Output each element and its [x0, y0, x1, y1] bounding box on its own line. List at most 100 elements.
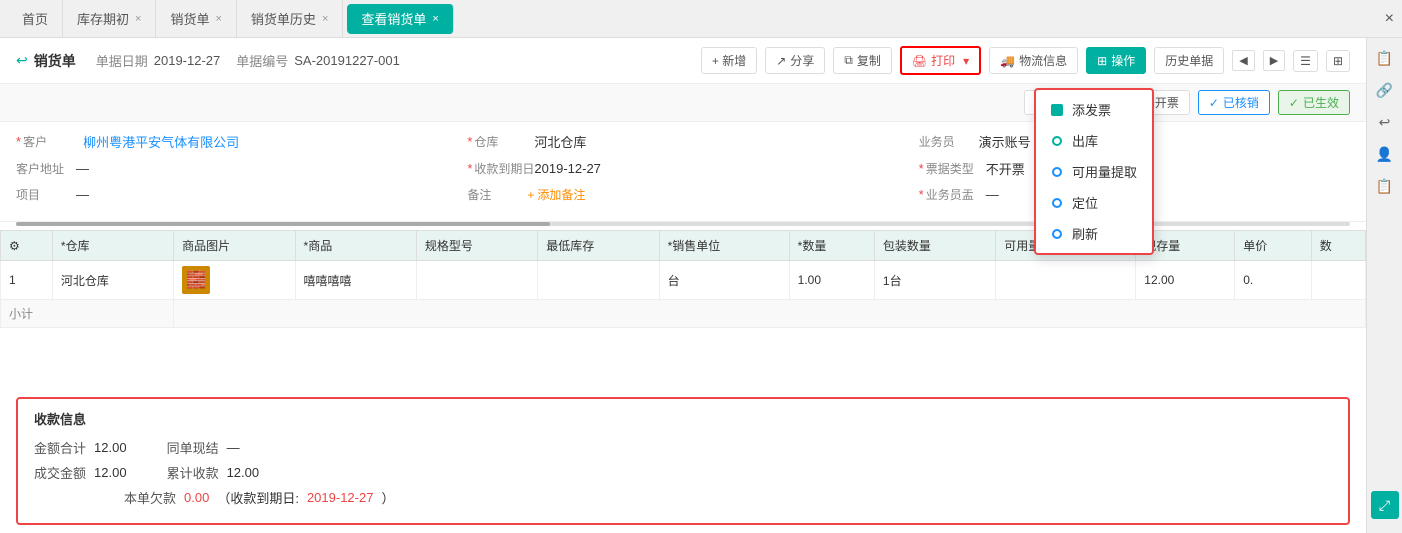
tab-sales-history[interactable]: 销货单历史 ×: [237, 0, 343, 38]
doc-date-field: 单据日期 2019-12-27: [96, 51, 221, 70]
subtotal-label: 小计: [1, 300, 174, 328]
customer-field: * 客户 柳州粤港平安气体有限公司: [16, 132, 447, 151]
print-dropdown-arrow[interactable]: ▾: [963, 54, 969, 68]
new-button[interactable]: + 新增: [701, 47, 757, 74]
cell-stock: 12.00: [1136, 261, 1235, 300]
share-button[interactable]: ↗ 分享: [765, 47, 825, 74]
confirm-button[interactable]: ✓ 已核销: [1198, 90, 1270, 115]
note-field: 备注 + 添加备注: [467, 186, 898, 203]
tab-close-history[interactable]: ×: [322, 13, 328, 25]
sidebar-link-icon[interactable]: 🔗: [1371, 76, 1399, 104]
col-settings[interactable]: ⚙: [1, 231, 53, 261]
col-product: *商品: [295, 231, 416, 261]
warehouse-field: * 仓库 河北仓库: [467, 132, 898, 151]
add-invoice-icon: [1050, 103, 1064, 117]
tab-close-view[interactable]: ×: [432, 13, 438, 25]
col-pack-qty: 包装数量: [874, 231, 995, 261]
check-icon: ✓: [1209, 96, 1219, 110]
refresh-icon: [1050, 227, 1064, 241]
cell-product: 嘻嘻嘻嘻: [295, 261, 416, 300]
col-min-stock: 最低库存: [538, 231, 659, 261]
product-image: 🧱: [182, 266, 210, 294]
dropdown-add-invoice[interactable]: 添发票: [1036, 94, 1152, 125]
cell-spec: [416, 261, 537, 300]
tab-inventory-init[interactable]: 库存期初 ×: [63, 0, 156, 38]
scroll-thumb[interactable]: [16, 222, 550, 226]
col-qty: *数量: [789, 231, 874, 261]
add-note-button[interactable]: + 添加备注: [527, 186, 585, 203]
sidebar-doc-icon[interactable]: 📋: [1371, 44, 1399, 72]
share-icon: ↗: [776, 54, 786, 68]
doc-header: ↩ 销货单 单据日期 2019-12-27 单据编号 SA-20191227-0…: [0, 38, 1366, 84]
main-close-button[interactable]: ×: [1385, 10, 1394, 28]
salesman2-value: —: [986, 187, 999, 202]
sidebar-expand-icon[interactable]: ⤢: [1371, 491, 1399, 519]
project-field: 项目 —: [16, 186, 447, 203]
print-button[interactable]: 🖨 打印 ▾: [900, 46, 981, 75]
col-warehouse: *仓库: [52, 231, 173, 261]
tab-view-sales[interactable]: 查看销货单 ×: [347, 4, 453, 34]
address-value: —: [76, 161, 89, 176]
tab-bar: 首页 库存期初 × 销货单 × 销货单历史 × 查看销货单 × ×: [0, 0, 1402, 38]
table-wrap: ⚙ *仓库 商品图片 *商品 规格型号 最低库存 *销售单位 *数量 包装数量 …: [0, 230, 1366, 389]
salesperson-value: 演示账号: [979, 132, 1031, 151]
doc-meta: 单据日期 2019-12-27 单据编号 SA-20191227-001: [96, 51, 701, 70]
copy-icon: ⧉: [844, 53, 853, 68]
cumulative-payment: 累计收款 12.00: [167, 463, 260, 482]
dropdown-refresh[interactable]: 刷新: [1036, 218, 1152, 249]
tab-home[interactable]: 首页: [8, 0, 63, 38]
warehouse-value: 河北仓库: [534, 132, 586, 151]
payment-row-3: 本单欠款 0.00 （收款到期日: 2019-12-27 ）: [34, 488, 1332, 507]
sidebar-copy2-icon[interactable]: 📋: [1371, 172, 1399, 200]
payment-section: 收款信息 金额合计 12.00 同单现结 — 成交金额 12.00 累计收款: [16, 397, 1350, 525]
customer-value[interactable]: 柳州粤港平安气体有限公司: [83, 132, 239, 151]
owed-payment: 本单欠款 0.00 （收款到期日: 2019-12-27 ）: [124, 488, 394, 507]
ops-dropdown-menu: 添发票 出库 可用量提取 定位 刷新: [1034, 88, 1154, 255]
ticket-type-value: 不开票: [986, 159, 1025, 178]
doc-icon: ↩: [16, 52, 28, 69]
ops-icon: ⊞: [1097, 54, 1107, 68]
project-value: —: [76, 187, 89, 202]
plus-icon: +: [527, 188, 534, 202]
cell-price: 0.: [1235, 261, 1312, 300]
col-image: 商品图片: [174, 231, 295, 261]
cell-warehouse: 河北仓库: [52, 261, 173, 300]
col-unit: *销售单位: [659, 231, 789, 261]
sidebar-return-icon[interactable]: ↩: [1371, 108, 1399, 136]
total-amount: 金额合计 12.00: [34, 438, 127, 457]
history-button[interactable]: 历史单据: [1154, 47, 1224, 74]
dropdown-locate[interactable]: 定位: [1036, 187, 1152, 218]
tab-sales-order[interactable]: 销货单 ×: [156, 0, 236, 38]
cell-index: 1: [1, 261, 53, 300]
view-grid-button[interactable]: ☰: [1293, 50, 1318, 72]
ops-button[interactable]: ⊞ 操作: [1086, 47, 1146, 74]
logistics-button[interactable]: 🚚 物流信息: [989, 47, 1078, 74]
payment-row-2: 成交金额 12.00 累计收款 12.00: [34, 463, 1332, 482]
cell-pack-qty: 1台: [874, 261, 995, 300]
same-order: 同单现结 —: [167, 438, 240, 457]
right-sidebar: 📋 🔗 ↩ 👤 📋 ⤢: [1366, 38, 1402, 533]
dropdown-outbound[interactable]: 出库: [1036, 125, 1152, 156]
payment-title: 收款信息: [34, 409, 1332, 428]
effective-button[interactable]: ✓ 已生效: [1278, 90, 1350, 115]
effective-icon: ✓: [1289, 96, 1299, 110]
extract-icon: [1050, 165, 1064, 179]
cell-amount: [1311, 261, 1365, 300]
tab-close-sales[interactable]: ×: [215, 13, 221, 25]
col-spec: 规格型号: [416, 231, 537, 261]
nav-prev[interactable]: ◀: [1232, 50, 1254, 71]
col-price: 单价: [1235, 231, 1312, 261]
col-amount: 数: [1311, 231, 1365, 261]
cell-qty: 1.00: [789, 261, 874, 300]
dropdown-available-extract[interactable]: 可用量提取: [1036, 156, 1152, 187]
doc-title: 销货单: [34, 51, 76, 71]
sidebar-user-icon[interactable]: 👤: [1371, 140, 1399, 168]
cell-unit: 台: [659, 261, 789, 300]
subtotal-row: 小计: [1, 300, 1366, 328]
copy-button[interactable]: ⧉ 复制: [833, 47, 892, 74]
gear-icon[interactable]: ⚙: [9, 239, 20, 253]
cell-image: 🧱: [174, 261, 295, 300]
view-list-button[interactable]: ⊞: [1326, 50, 1350, 72]
tab-close-inventory[interactable]: ×: [135, 13, 141, 25]
nav-next[interactable]: ▶: [1263, 50, 1285, 71]
